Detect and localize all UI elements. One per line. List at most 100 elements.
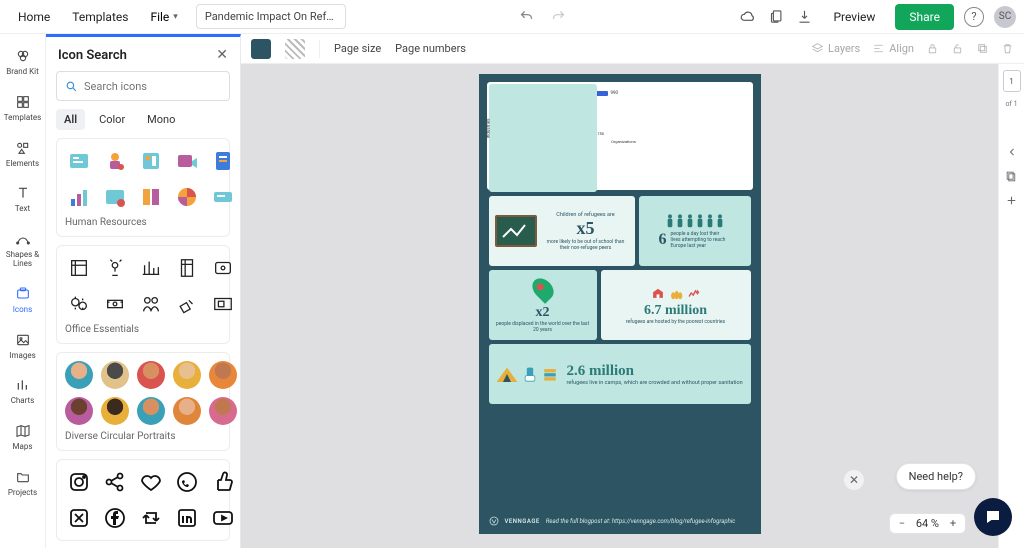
card-blank[interactable] (489, 84, 597, 192)
whatsapp-icon[interactable] (173, 468, 201, 496)
office-icon[interactable] (137, 290, 165, 318)
office-icon[interactable] (101, 254, 129, 282)
help-icon[interactable]: ? (964, 7, 984, 27)
need-help-bubble[interactable]: Need help? (896, 463, 976, 490)
share-icon[interactable] (101, 468, 129, 496)
redo-icon[interactable] (550, 8, 568, 26)
rail-projects[interactable]: Projects (0, 461, 46, 507)
hr-icon[interactable] (173, 147, 201, 175)
card-x2[interactable]: x2 people displaced in the world over th… (489, 270, 597, 340)
tab-mono[interactable]: Mono (139, 109, 183, 130)
office-icon[interactable] (65, 290, 93, 318)
search-input-wrapper[interactable] (56, 71, 230, 101)
zoom-in-button[interactable]: + (947, 517, 959, 530)
rail-templates[interactable]: Templates (0, 86, 46, 132)
user-avatar[interactable]: SC (994, 6, 1016, 28)
tab-color[interactable]: Color (91, 109, 133, 130)
add-page-icon[interactable] (1004, 192, 1020, 208)
rail-charts[interactable]: Charts (0, 369, 46, 415)
youtube-icon[interactable] (209, 504, 237, 532)
office-icon[interactable] (173, 254, 201, 282)
nav-templates[interactable]: Templates (62, 4, 138, 30)
copy-doc-icon[interactable] (767, 8, 785, 26)
portrait-icon[interactable] (65, 397, 93, 425)
hr-icon[interactable] (137, 183, 165, 211)
office-icon[interactable] (209, 254, 237, 282)
page-size-button[interactable]: Page size (334, 42, 381, 55)
hr-icon[interactable] (101, 147, 129, 175)
chat-fab[interactable] (974, 498, 1012, 536)
portrait-icon[interactable] (101, 397, 129, 425)
icons-icon (14, 285, 32, 303)
lock-icon[interactable] (926, 42, 939, 55)
document-title-input[interactable]: Pandemic Impact On Refugee Sta... (196, 4, 346, 29)
search-input[interactable] (84, 80, 221, 93)
portrait-icon[interactable] (173, 397, 201, 425)
portrait-icon[interactable] (65, 361, 93, 389)
portrait-icon[interactable] (209, 361, 237, 389)
hr-icon[interactable] (65, 183, 93, 211)
duplicate-page-icon[interactable] (1004, 168, 1020, 184)
duplicate-icon[interactable] (976, 42, 989, 55)
hr-icon[interactable] (173, 183, 201, 211)
tab-all[interactable]: All (56, 109, 85, 130)
instagram-icon[interactable] (65, 468, 93, 496)
hr-icon[interactable] (209, 147, 237, 175)
linkedin-icon[interactable] (173, 504, 201, 532)
rail-shapes[interactable]: Shapes & Lines (0, 223, 46, 278)
camp-icons (495, 364, 559, 384)
trash-icon[interactable] (1001, 42, 1014, 55)
thumbs-up-icon[interactable] (209, 468, 237, 496)
office-icon[interactable] (137, 254, 165, 282)
rail-icons[interactable]: Icons (0, 278, 46, 324)
office-icon[interactable] (173, 290, 201, 318)
infographic-page[interactable]: Industries Public Sector990 Education620… (479, 74, 761, 534)
retweet-icon[interactable] (137, 504, 165, 532)
hr-icon[interactable] (101, 183, 129, 211)
rail-brand-kit[interactable]: Brand Kit (0, 40, 46, 86)
align-button[interactable]: Align (872, 42, 914, 55)
rail-images[interactable]: Images (0, 324, 46, 370)
collapse-icon[interactable] (1004, 144, 1020, 160)
background-color-swatch[interactable] (251, 39, 271, 59)
rail-maps[interactable]: Maps (0, 415, 46, 461)
card-6-7m[interactable]: 6.7 million refugees are hosted by the p… (601, 270, 751, 340)
download-icon[interactable] (795, 8, 813, 26)
rail-elements[interactable]: Elements (0, 132, 46, 178)
portrait-icon[interactable] (137, 361, 165, 389)
x-twitter-icon[interactable] (65, 504, 93, 532)
heart-icon[interactable] (137, 468, 165, 496)
portrait-icon[interactable] (209, 397, 237, 425)
hr-icon[interactable] (137, 147, 165, 175)
page-numbers-button[interactable]: Page numbers (395, 42, 466, 55)
lock-open-icon[interactable] (951, 42, 964, 55)
page-indicator[interactable]: 1 (1003, 70, 1021, 92)
rail-text[interactable]: Text (0, 177, 46, 223)
facebook-icon[interactable] (101, 504, 129, 532)
canvas-area[interactable]: Industries Public Sector990 Education620… (241, 64, 998, 548)
office-icon[interactable] (101, 290, 129, 318)
hr-icon[interactable] (209, 183, 237, 211)
office-icon[interactable] (209, 290, 237, 318)
background-pattern-swatch[interactable] (285, 39, 305, 59)
office-icon[interactable] (65, 254, 93, 282)
zoom-out-button[interactable]: − (896, 517, 908, 530)
undo-icon[interactable] (518, 8, 536, 26)
chalkboard-icon (495, 215, 537, 247)
close-icon[interactable]: ✕ (216, 47, 228, 63)
layers-button[interactable]: Layers (811, 42, 860, 55)
hr-icon[interactable] (65, 147, 93, 175)
file-menu[interactable]: File ▾ (140, 4, 187, 30)
nav-home[interactable]: Home (8, 4, 60, 30)
portrait-icon[interactable] (101, 361, 129, 389)
card-6-people[interactable]: 6 people a day lost their lives attempti… (639, 196, 751, 266)
card-x5[interactable]: Children of refugees are x5 more likely … (489, 196, 635, 266)
card-2-6m[interactable]: 2.6 million refugees live in camps, whic… (489, 344, 751, 404)
cloud-sync-icon[interactable] (739, 8, 757, 26)
portrait-icon[interactable] (137, 397, 165, 425)
share-button[interactable]: Share (895, 4, 954, 30)
preview-button[interactable]: Preview (823, 5, 885, 29)
close-help-icon[interactable]: ✕ (844, 470, 864, 490)
brand-kit-icon (14, 47, 32, 65)
portrait-icon[interactable] (173, 361, 201, 389)
